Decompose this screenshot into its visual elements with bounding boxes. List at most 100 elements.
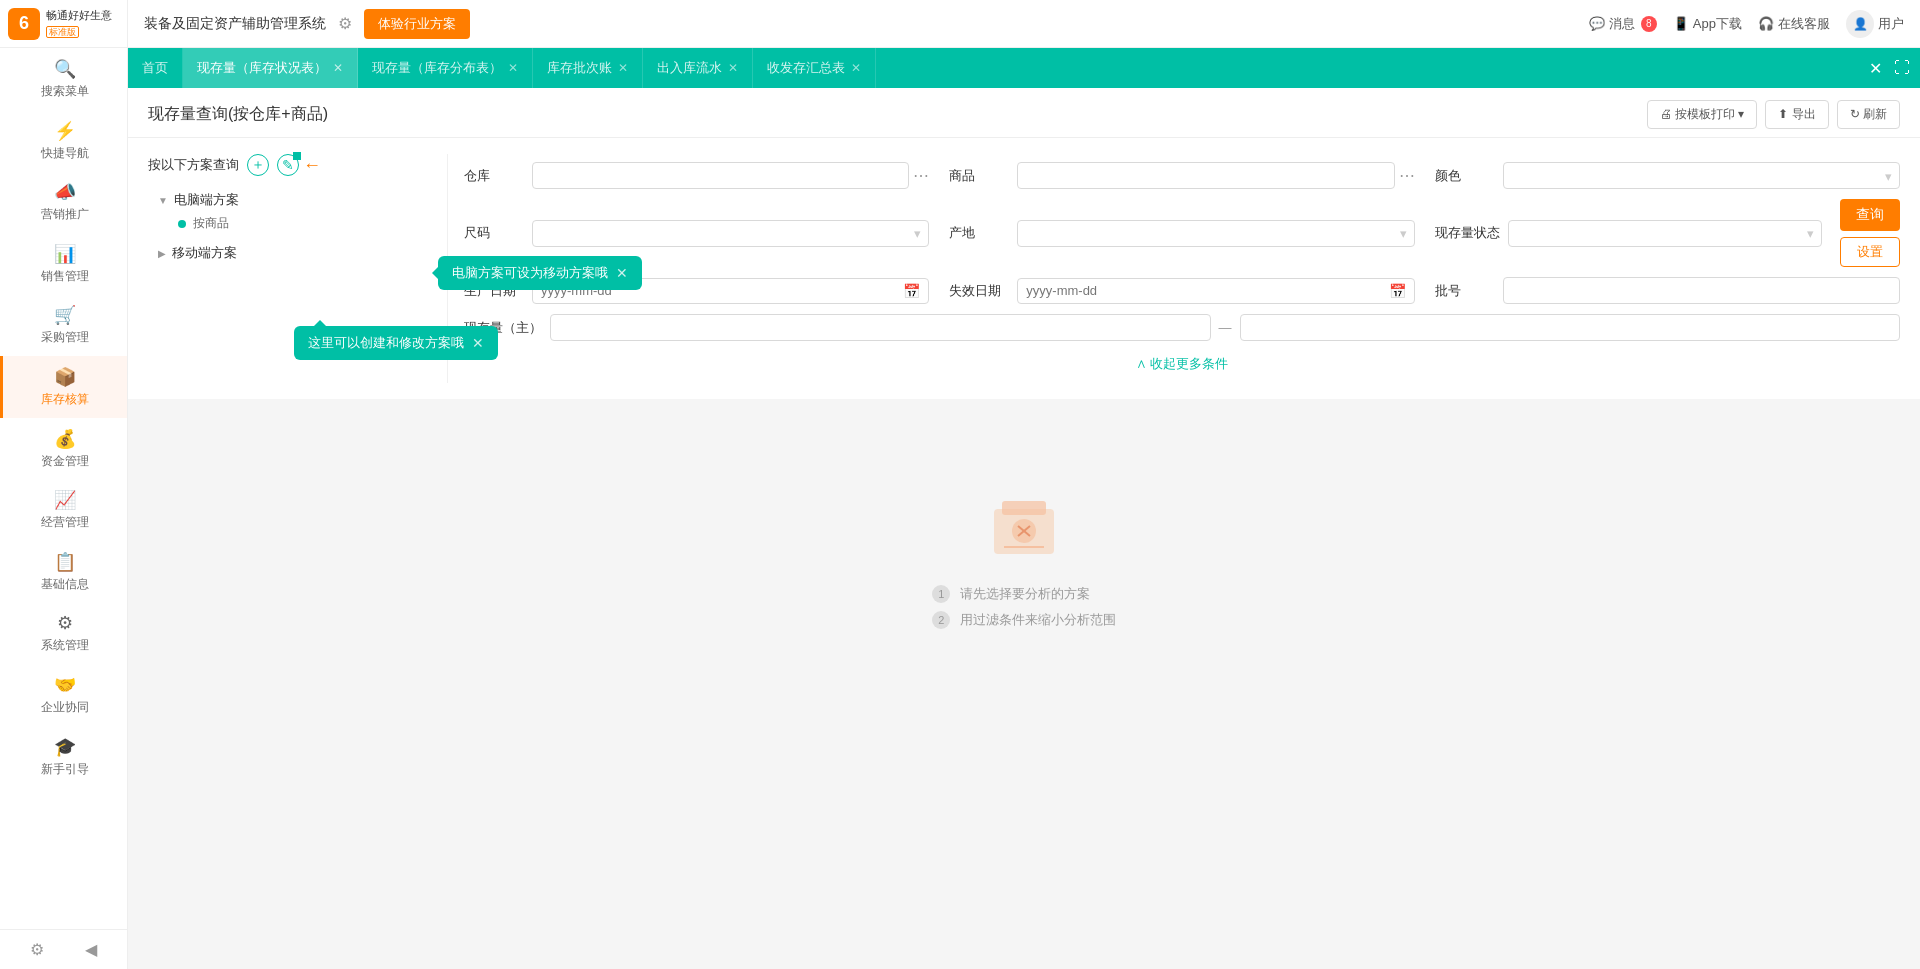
filter-row2: 尺码 ▾ 产地 ▾ xyxy=(464,199,1900,267)
sidebar: 6 畅通好好生意 标准版 🔍 搜索菜单 ⚡ 快捷导航 📣 营销推广 📊 销售管理… xyxy=(0,0,128,969)
stock-status-select[interactable] xyxy=(1508,220,1822,247)
online-support-button[interactable]: 🎧 在线客服 xyxy=(1758,15,1830,33)
goods-label: 商品 xyxy=(949,167,1009,185)
scheme-group-mobile: ▶ 移动端方案 xyxy=(158,241,431,265)
reset-button[interactable]: 设置 xyxy=(1840,237,1900,267)
logo-text: 畅通好好生意 标准版 xyxy=(46,8,112,39)
size-select[interactable] xyxy=(532,220,929,247)
tab-inventory-distribution[interactable]: 现存量（库存分布表） ✕ xyxy=(358,48,533,88)
avatar: 👤 xyxy=(1846,10,1874,38)
empty-illustration xyxy=(974,479,1074,569)
sidebar-item-search[interactable]: 🔍 搜索菜单 xyxy=(0,48,127,110)
sidebar-footer: ⚙ ◀ xyxy=(0,929,127,969)
tooltip2-close[interactable]: ✕ xyxy=(472,335,484,351)
search-icon: 🔍 xyxy=(54,58,76,80)
edit-scheme-button[interactable]: ✎ xyxy=(277,154,299,176)
tab-batch-account[interactable]: 库存批次账 ✕ xyxy=(533,48,643,88)
tab-close-inventory-status[interactable]: ✕ xyxy=(333,61,343,75)
tooltip1-close[interactable]: ✕ xyxy=(616,265,628,281)
tab-close-batch[interactable]: ✕ xyxy=(618,61,628,75)
tabbar-end: ✕ ⛶ xyxy=(1859,59,1920,78)
search-button[interactable]: 查询 xyxy=(1840,199,1900,231)
refresh-button[interactable]: ↻ 刷新 xyxy=(1837,100,1900,129)
sidebar-item-basic-info[interactable]: 📋 基础信息 xyxy=(0,541,127,603)
print-button[interactable]: 🖨 按模板打印 ▾ xyxy=(1647,100,1758,129)
filter-label: 按以下方案查询 xyxy=(148,156,239,174)
sidebar-item-nav[interactable]: ⚡ 快捷导航 xyxy=(0,110,127,172)
scheme-item-by-goods[interactable]: 按商品 xyxy=(158,212,431,235)
message-button[interactable]: 💬 消息 8 xyxy=(1589,15,1657,33)
sidebar-item-collaboration[interactable]: 🤝 企业协同 xyxy=(0,664,127,726)
sidebar-item-settings[interactable]: ⚙ 系统管理 xyxy=(0,602,127,664)
sidebar-item-inventory[interactable]: 📦 库存核算 xyxy=(0,356,127,418)
export-button[interactable]: ⬆ 导出 xyxy=(1765,100,1828,129)
batch-input[interactable] xyxy=(1503,277,1900,304)
collapse-icon: ▶ xyxy=(158,248,166,259)
range-separator: — xyxy=(1219,320,1232,335)
inventory-icon: 📦 xyxy=(54,366,76,388)
sidebar-item-purchase[interactable]: 🛒 采购管理 xyxy=(0,294,127,356)
finance-icon: 💰 xyxy=(54,428,76,450)
refresh-icon: ↻ xyxy=(1850,107,1860,121)
app-download-button[interactable]: 📱 App下载 xyxy=(1673,15,1742,33)
sidebar-item-operations[interactable]: 📈 经营管理 xyxy=(0,479,127,541)
page-header: 现存量查询(按仓库+商品) 🖨 按模板打印 ▾ ⬆ 导出 ↻ 刷新 xyxy=(128,88,1920,138)
cart-icon: 🛒 xyxy=(54,304,76,326)
stock-status-label: 现存量状态 xyxy=(1435,224,1500,242)
color-label: 颜色 xyxy=(1435,167,1495,185)
sidebar-item-marketing[interactable]: 📣 营销推广 xyxy=(0,171,127,233)
empty-hint1: 1 请先选择要分析的方案 xyxy=(932,581,1116,607)
industry-plan-button[interactable]: 体验行业方案 xyxy=(364,9,470,39)
color-filter: 颜色 ▾ xyxy=(1435,162,1900,189)
chevron-up-icon: ∧ xyxy=(1136,356,1151,371)
tooltip-create-scheme: 这里可以创建和修改方案哦 ✕ xyxy=(294,326,498,360)
origin-label: 产地 xyxy=(949,224,1009,242)
origin-filter: 产地 ▾ xyxy=(949,199,1414,267)
tooltip-pc-to-mobile: 电脑方案可设为移动方案哦 ✕ xyxy=(438,256,642,290)
scheme-group-pc-title[interactable]: ▼ 电脑端方案 xyxy=(158,188,431,212)
warehouse-input[interactable] xyxy=(532,162,909,189)
tab-expand[interactable]: ⛶ xyxy=(1894,59,1910,77)
stock-qty-max[interactable] xyxy=(1240,314,1901,341)
scheme-list: ▼ 电脑端方案 按商品 ▶ 移动端方案 xyxy=(148,188,431,281)
tab-flow[interactable]: 出入库流水 ✕ xyxy=(643,48,753,88)
sidebar-logo: 6 畅通好好生意 标准版 xyxy=(0,0,127,48)
warehouse-more-icon[interactable]: ⋯ xyxy=(913,166,929,185)
footer-collapse-button[interactable]: ◀ xyxy=(85,940,97,959)
origin-select[interactable] xyxy=(1017,220,1414,247)
tab-summary[interactable]: 收发存汇总表 ✕ xyxy=(753,48,876,88)
sales-icon: 📊 xyxy=(54,243,76,265)
tab-close-distribution[interactable]: ✕ xyxy=(508,61,518,75)
sidebar-item-sales[interactable]: 📊 销售管理 xyxy=(0,233,127,295)
goods-more-icon[interactable]: ⋯ xyxy=(1399,166,1415,185)
sidebar-item-guide[interactable]: 🎓 新手引导 xyxy=(0,726,127,788)
operations-icon: 📈 xyxy=(54,489,76,511)
user-button[interactable]: 👤 用户 xyxy=(1846,10,1904,38)
tab-inventory-status[interactable]: 现存量（库存状况表） ✕ xyxy=(183,48,358,88)
topbar: 装备及固定资产辅助管理系统 ⚙ 体验行业方案 💬 消息 8 📱 App下载 🎧 … xyxy=(128,0,1920,48)
topbar-settings-icon[interactable]: ⚙ xyxy=(338,14,352,33)
tab-home[interactable]: 首页 xyxy=(128,48,183,88)
scheme-group-mobile-title[interactable]: ▶ 移动端方案 xyxy=(158,241,431,265)
expand-icon: ▼ xyxy=(158,195,168,206)
collapse-conditions-button[interactable]: ∧ 收起更多条件 xyxy=(464,345,1900,383)
footer-settings-button[interactable]: ⚙ xyxy=(30,940,44,959)
filter-header: 按以下方案查询 ＋ ✎ ← xyxy=(148,154,431,176)
tab-close-flow[interactable]: ✕ xyxy=(728,61,738,75)
add-scheme-button[interactable]: ＋ xyxy=(247,154,269,176)
expiry-date-input[interactable]: 📅 xyxy=(1017,278,1414,304)
batch-filter: 批号 xyxy=(1435,277,1900,304)
filter-row3: 生产日期 📅 失效日期 📅 xyxy=(464,277,1900,304)
sidebar-item-finance[interactable]: 💰 资金管理 xyxy=(0,418,127,480)
tab-close-all[interactable]: ✕ xyxy=(1869,59,1882,78)
filter-row4: 现存量（主） — xyxy=(464,314,1900,341)
stock-qty-min[interactable] xyxy=(550,314,1211,341)
expiry-date-text[interactable] xyxy=(1026,283,1384,298)
goods-input[interactable] xyxy=(1017,162,1394,189)
color-select[interactable] xyxy=(1503,162,1900,189)
expiry-date-label: 失效日期 xyxy=(949,282,1009,300)
empty-state: 1 请先选择要分析的方案 2 用过滤条件来缩小分析范围 xyxy=(128,399,1920,713)
tab-close-summary[interactable]: ✕ xyxy=(851,61,861,75)
empty-hint2: 2 用过滤条件来缩小分析范围 xyxy=(932,607,1116,633)
hint-num-2: 2 xyxy=(932,611,950,629)
